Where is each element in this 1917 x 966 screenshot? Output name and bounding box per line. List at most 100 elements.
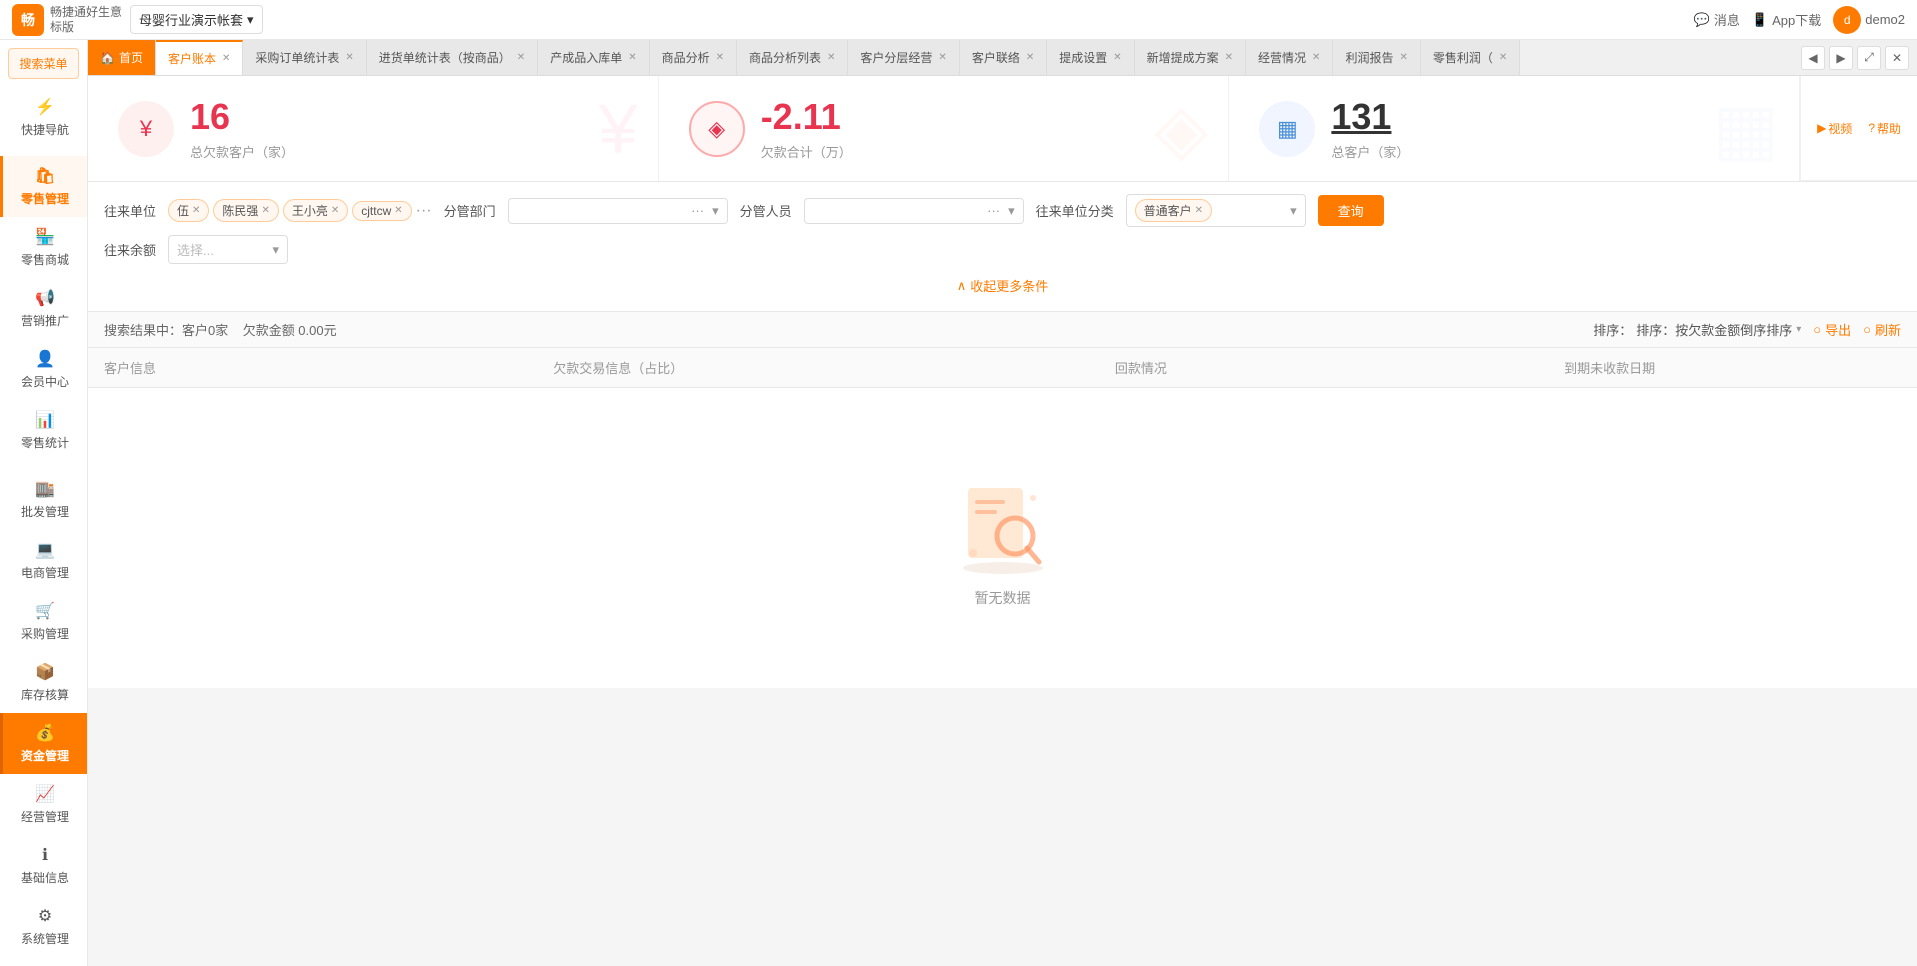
tab-close-operation-status[interactable]: ✕ [1312, 52, 1320, 63]
help-link[interactable]: ? 帮助 [1868, 120, 1901, 137]
sidebar-item-retail-mgmt[interactable]: 🛍 零售管理 [0, 156, 87, 217]
tab-goods-inbound[interactable]: 进货单统计表（按商品） ✕ [367, 40, 538, 76]
sidebar-item-finance[interactable]: 💰 资金管理 [0, 713, 87, 774]
dept-label: 分管部门 [444, 201, 496, 220]
export-icon: ○ [1813, 322, 1821, 337]
person-select[interactable]: ··· ▾ [804, 198, 1024, 224]
unit-type-tag-normal-close[interactable]: ✕ [1195, 205, 1203, 216]
retail-mgmt-icon: 🛍 [35, 166, 55, 186]
messages-btn[interactable]: 💬 消息 [1694, 10, 1740, 29]
tab-close-accounts-receivable[interactable]: ✕ [222, 53, 230, 64]
stats-row: ¥ 16 总欠款客户（家） ¥ ◈ -2.11 欠款合计（万） ◈ [88, 76, 1917, 182]
sidebar-item-enterprise[interactable]: 🤝 企业协同 [0, 957, 87, 966]
tab-close-profit-report[interactable]: ✕ [1399, 52, 1407, 63]
col-repayment: 回款情况 [1115, 358, 1564, 377]
sidebar-item-purchase[interactable]: 🛒 采购管理 [0, 591, 87, 652]
tab-operation-status[interactable]: 经营情况 ✕ [1246, 40, 1333, 76]
sidebar-item-quicknav[interactable]: ⚡ 快捷导航 [0, 87, 87, 148]
tab-close-customer-contact[interactable]: ✕ [1026, 52, 1034, 63]
total-customers-text: 131 总客户（家） [1331, 96, 1409, 161]
total-customers-label: 总客户（家） [1331, 142, 1409, 161]
sidebar-item-retail-mall[interactable]: 🏪 零售商城 [0, 217, 87, 278]
sort-selector[interactable]: 排序： 排序：按欠款金额倒序排序 ▾ [1593, 320, 1801, 339]
tab-goods-analysis[interactable]: 商品分析 ✕ [650, 40, 737, 76]
unit-label: 往来单位 [104, 201, 156, 220]
unit-type-tag-normal[interactable]: 普通客户 ✕ [1135, 199, 1212, 222]
tab-profit-report[interactable]: 利润报告 ✕ [1333, 40, 1420, 76]
tab-goods-analysis-list[interactable]: 商品分析列表 ✕ [737, 40, 848, 76]
unit-type-select[interactable]: 普通客户 ✕ ▾ [1126, 194, 1306, 227]
user-name: demo2 [1865, 12, 1905, 27]
result-info: 搜索结果中：客户0家 欠款金额 0.00元 [104, 320, 337, 339]
tab-close-goods-analysis[interactable]: ✕ [716, 52, 724, 63]
tab-close-goods-inbound[interactable]: ✕ [517, 52, 525, 63]
tab-maximize-btn[interactable]: ⤢ [1857, 46, 1881, 70]
unit-tag-wangxiaoliang-close[interactable]: ✕ [331, 205, 339, 216]
message-icon: 💬 [1694, 12, 1710, 28]
tab-close-all-btn[interactable]: ✕ [1885, 46, 1909, 70]
tab-close-purchase-stats[interactable]: ✕ [345, 52, 353, 63]
tab-close-production-inbound[interactable]: ✕ [628, 52, 636, 63]
tab-new-promo-plan[interactable]: 新增提成方案 ✕ [1135, 40, 1246, 76]
col-due-date: 到期未收款日期 [1564, 358, 1901, 377]
unit-type-tags: 普通客户 ✕ [1135, 199, 1286, 222]
refresh-btn[interactable]: ○ 刷新 [1863, 320, 1901, 339]
sidebar-item-ecommerce[interactable]: 💻 电商管理 [0, 530, 87, 591]
user-avatar-area[interactable]: d demo2 [1833, 6, 1905, 34]
tab-close-promo-settings[interactable]: ✕ [1113, 52, 1121, 63]
tab-close-goods-analysis-list[interactable]: ✕ [827, 52, 835, 63]
unit-tag-cjttcw-close[interactable]: ✕ [394, 205, 402, 216]
tab-retail-profit[interactable]: 零售利润（ ✕ [1421, 40, 1520, 76]
tab-home[interactable]: 🏠 首页 [88, 40, 156, 76]
tab-close-new-promo-plan[interactable]: ✕ [1225, 52, 1233, 63]
tab-scroll-left-btn[interactable]: ◀ [1801, 46, 1825, 70]
tab-production-inbound[interactable]: 产成品入库单 ✕ [538, 40, 649, 76]
tab-customer-segment[interactable]: 客户分层经营 ✕ [848, 40, 959, 76]
sidebar-item-member-center[interactable]: 👤 会员中心 [0, 339, 87, 400]
unit-tags: 伍 ✕ 陈民强 ✕ 王小亮 ✕ cjttcw ✕ [168, 199, 432, 222]
tab-promo-settings[interactable]: 提成设置 ✕ [1047, 40, 1134, 76]
credit-amount-label: 欠款合计（万） [761, 142, 852, 161]
unit-tags-more[interactable]: ··· [416, 202, 432, 220]
query-btn[interactable]: 查询 [1318, 195, 1384, 226]
tab-close-retail-profit[interactable]: ✕ [1499, 52, 1507, 63]
tab-customer-contact[interactable]: 客户联络 ✕ [960, 40, 1047, 76]
table-header: 客户信息 欠款交易信息（占比） 回款情况 到期未收款日期 [88, 348, 1917, 388]
balance-select[interactable]: 选择... ▾ [168, 235, 288, 264]
app-download-btn[interactable]: 📱 App下载 [1752, 10, 1821, 29]
dept-dots[interactable]: ··· [687, 203, 708, 218]
stat-bg-icon-2: ◈ [1155, 88, 1209, 170]
unit-tag-wu-close[interactable]: ✕ [192, 205, 200, 216]
video-link[interactable]: ▶ 视频 [1817, 120, 1852, 137]
ecommerce-icon: 💻 [35, 540, 55, 560]
sidebar-item-inventory[interactable]: 📦 库存核算 [0, 652, 87, 713]
stat-card-total-customers: ▦ 131 总客户（家） ▦ [1229, 76, 1800, 181]
person-dots[interactable]: ··· [983, 203, 1004, 218]
unit-tag-cjttcw[interactable]: cjttcw ✕ [352, 201, 411, 221]
collapse-btn[interactable]: ∧ 收起更多条件 [104, 272, 1901, 299]
export-btn[interactable]: ○ 导出 [1813, 320, 1851, 339]
sidebar-item-wholesale[interactable]: 🏬 批发管理 [0, 469, 87, 530]
tab-accounts-receivable[interactable]: 客户账本 ✕ [156, 40, 243, 76]
unit-tag-wu[interactable]: 伍 ✕ [168, 199, 209, 222]
system-icon: ⚙ [38, 906, 52, 926]
sidebar-item-system[interactable]: ⚙ 系统管理 [0, 896, 87, 957]
unit-tag-wangxiaoliang[interactable]: 王小亮 ✕ [283, 199, 348, 222]
sidebar-item-operation[interactable]: 📈 经营管理 [0, 774, 87, 835]
sidebar-item-retail-stats[interactable]: 📊 零售统计 [0, 400, 87, 461]
sidebar-item-marketing[interactable]: 📢 营销推广 [0, 278, 87, 339]
search-menu-btn[interactable]: 搜索菜单 [8, 48, 79, 79]
unit-tag-chenminqiang[interactable]: 陈民强 ✕ [213, 199, 278, 222]
tab-scroll-right-btn[interactable]: ▶ [1829, 46, 1853, 70]
collapse-row: ∧ 收起更多条件 [104, 272, 1901, 299]
tab-purchase-stats[interactable]: 采购订单统计表 ✕ [243, 40, 366, 76]
tab-close-customer-segment[interactable]: ✕ [938, 52, 946, 63]
unit-tag-chenminqiang-close[interactable]: ✕ [261, 205, 269, 216]
total-customers-number: 131 [1331, 96, 1409, 138]
balance-placeholder: 选择... [177, 240, 214, 259]
sidebar-item-basic-info[interactable]: ℹ 基础信息 [0, 835, 87, 896]
company-selector[interactable]: 母婴行业演示帐套 ▾ [130, 5, 263, 34]
finance-icon: 💰 [35, 723, 55, 743]
dept-select[interactable]: ··· ▾ [508, 198, 728, 224]
unit-type-arrow-icon: ▾ [1290, 203, 1297, 219]
